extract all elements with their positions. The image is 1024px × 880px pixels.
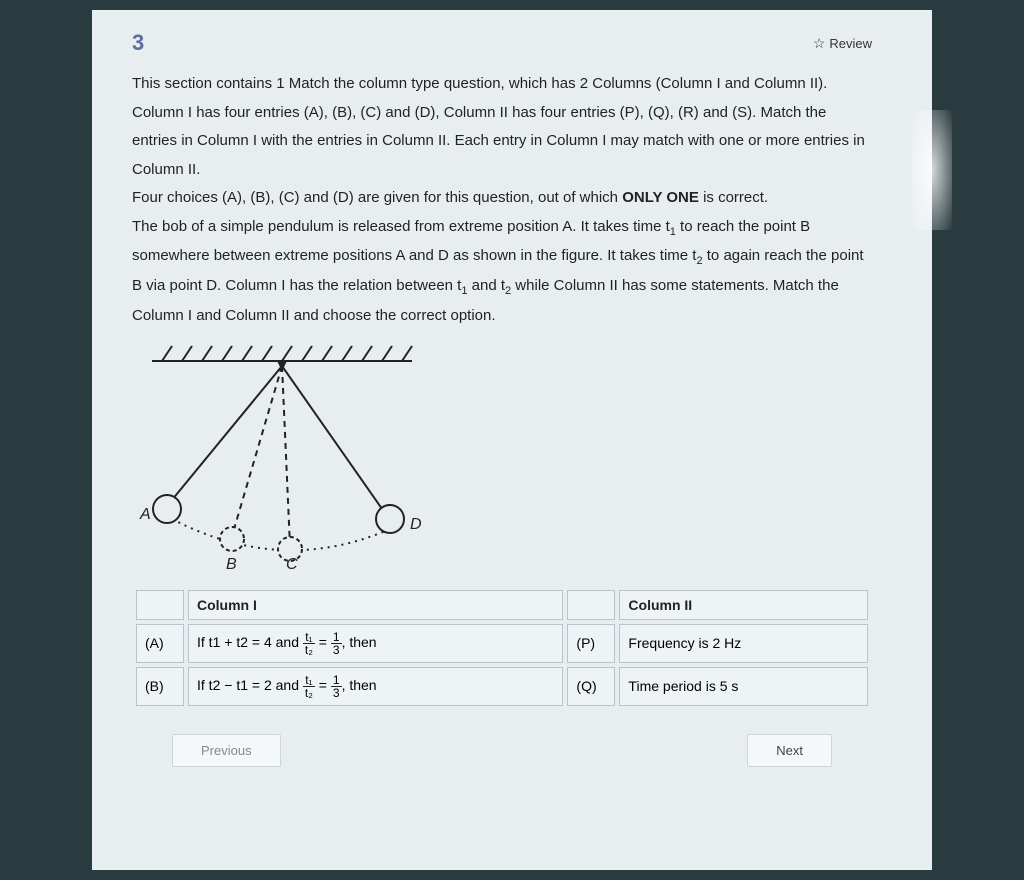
numerator: 1 — [331, 631, 342, 644]
text-fragment: If t — [197, 634, 213, 650]
fraction: t₁t₂ — [303, 674, 315, 699]
instruction-para-3: The bob of a simple pendulum is released… — [132, 213, 872, 331]
row-label-B: (B) — [136, 667, 184, 706]
previous-button[interactable]: Previous — [172, 734, 281, 767]
denominator: t₂ — [303, 644, 315, 656]
header-row: 3 ☆ Review — [132, 30, 872, 56]
svg-text:A: A — [139, 506, 151, 523]
row-label-Q: (Q) — [567, 667, 615, 706]
review-button[interactable]: ☆ Review — [813, 35, 872, 52]
fraction: 13 — [331, 631, 342, 656]
fraction: t₁t₂ — [303, 631, 315, 656]
table-row: (A) If t 1 + t2 = 4 and t₁t₂ = 13, then (… — [136, 624, 868, 663]
row-label-P: (P) — [567, 624, 615, 663]
pendulum-svg: A B C D — [132, 341, 432, 571]
text-fragment: If t — [197, 677, 213, 693]
text-fragment: and t — [467, 277, 505, 294]
text-fragment: , then — [342, 677, 377, 693]
text-fragment: , then — [342, 634, 377, 650]
numerator: t₁ — [303, 674, 315, 687]
table-row: (B) If t2 − t1 = 2 and t₁t₂ = 13, then (… — [136, 667, 868, 706]
svg-text:D: D — [410, 516, 422, 533]
question-number: 3 — [132, 30, 144, 56]
pendulum-diagram: A B C D — [132, 341, 872, 576]
row-label-A: (A) — [136, 624, 184, 663]
subscript: 1 — [240, 677, 248, 693]
text-fragment: is correct. — [699, 189, 768, 206]
text-fragment: = 2 and — [248, 677, 303, 693]
denominator: t₂ — [303, 687, 315, 699]
text-fragment: = — [315, 634, 331, 650]
instruction-para-1: This section contains 1 Match the column… — [132, 70, 872, 184]
denominator: 3 — [331, 644, 342, 656]
numerator: t₁ — [303, 631, 315, 644]
instructions-block: This section contains 1 Match the column… — [132, 70, 872, 331]
cell-P: Frequency is 2 Hz — [619, 624, 868, 663]
text-fragment: = 4 and — [248, 634, 303, 650]
cell-Q: Time period is 5 s — [619, 667, 868, 706]
next-button[interactable]: Next — [747, 734, 832, 767]
cell-B: If t2 − t1 = 2 and t₁t₂ = 13, then — [188, 667, 563, 706]
column-1-header: Column I — [188, 590, 563, 620]
text-fragment: + t — [220, 634, 240, 650]
match-table: Column I Column II (A) If t 1 + t2 = 4 an… — [132, 586, 872, 710]
bold-text: ONLY ONE — [622, 189, 699, 206]
subscript: 2 — [240, 634, 248, 650]
table-header-row: Column I Column II — [136, 590, 868, 620]
svg-text:C: C — [286, 556, 298, 571]
column-2-header: Column II — [619, 590, 868, 620]
instruction-para-2: Four choices (A), (B), (C) and (D) are g… — [132, 184, 872, 213]
star-outline-icon: ☆ — [813, 35, 826, 52]
question-page: 3 ☆ Review This section contains 1 Match… — [92, 10, 932, 870]
denominator: 3 — [331, 687, 342, 699]
text-fragment: = — [315, 677, 331, 693]
text-fragment: − t — [220, 677, 240, 693]
text-fragment: Four choices (A), (B), (C) and (D) are g… — [132, 189, 622, 206]
text-fragment: The bob of a simple pendulum is released… — [132, 218, 670, 235]
numerator: 1 — [331, 674, 342, 687]
review-label: Review — [829, 36, 872, 51]
fraction: 13 — [331, 674, 342, 699]
svg-text:B: B — [226, 556, 237, 571]
nav-row: Previous Next — [132, 734, 872, 767]
cell-A: If t 1 + t2 = 4 and t₁t₂ = 13, then — [188, 624, 563, 663]
screen-glare — [912, 110, 952, 230]
